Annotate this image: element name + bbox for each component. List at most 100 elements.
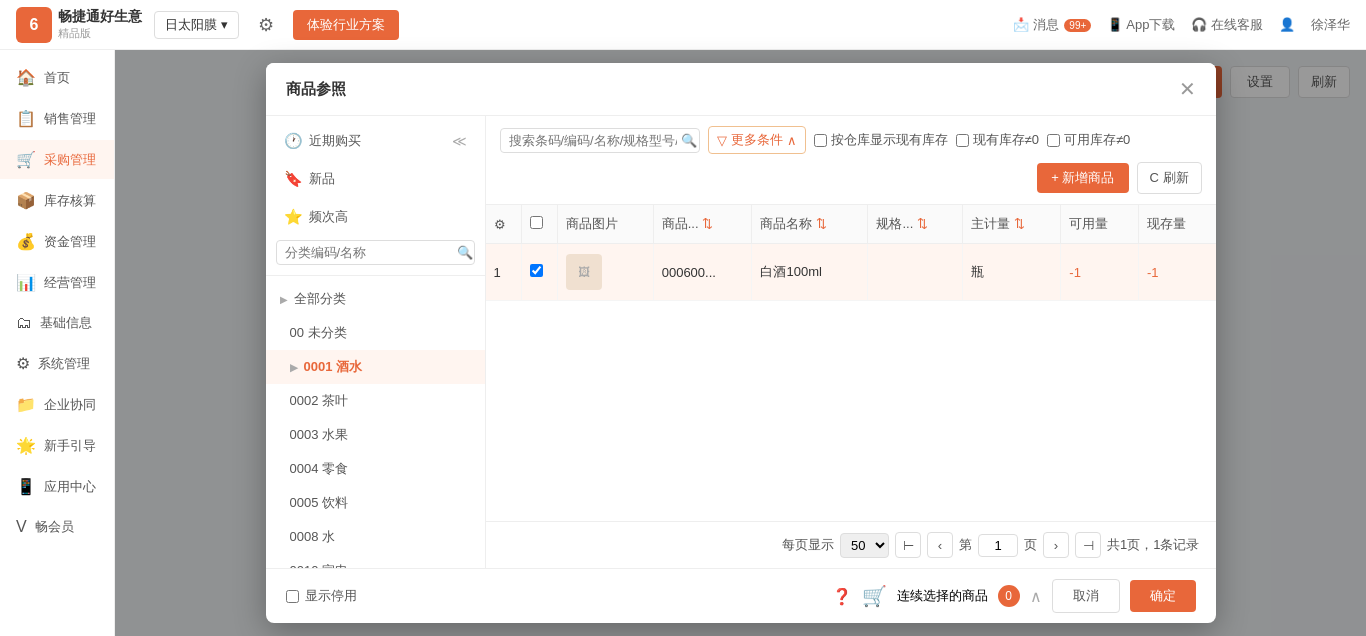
nav-selector[interactable]: 日太阳膜 ▾ — [154, 11, 239, 39]
col-name[interactable]: 商品名称 ⇅ — [752, 205, 868, 244]
quick-recent[interactable]: 🕐 近期购买 ≪ — [276, 126, 475, 156]
quick-new[interactable]: 🔖 新品 — [276, 164, 475, 194]
checkbox-warehouse-input[interactable] — [814, 134, 827, 147]
cancel-button[interactable]: 取消 — [1052, 579, 1120, 613]
logo-text: 畅捷通好生意 — [58, 8, 142, 26]
cart-icon[interactable]: 🛒 — [862, 584, 887, 608]
modal-body: 🕐 近期购买 ≪ 🔖 新品 ⭐ 频次高 — [266, 116, 1216, 568]
confirm-button[interactable]: 确定 — [1130, 580, 1196, 612]
sidebar-item-sales[interactable]: 📋 销售管理 — [0, 99, 114, 138]
cart-count-badge: 0 — [998, 585, 1020, 607]
cat-00[interactable]: 00 未分类 — [266, 316, 485, 350]
first-page-button[interactable]: ⊢ — [895, 532, 921, 558]
sidebar-item-system[interactable]: ⚙ 系统管理 — [0, 344, 114, 383]
finance-icon: 💰 — [16, 232, 36, 251]
sidebar-item-enterprise[interactable]: 📁 企业协同 — [0, 385, 114, 424]
product-search-wrap[interactable]: 🔍 — [500, 128, 700, 153]
product-search-input[interactable] — [509, 133, 677, 148]
show-disabled-checkbox[interactable] — [286, 590, 299, 603]
filter-icon: ▽ — [717, 133, 727, 148]
col-unit[interactable]: 主计量 ⇅ — [963, 205, 1061, 244]
guide-icon: 🌟 — [16, 436, 36, 455]
category-search[interactable]: 🔍 — [276, 240, 475, 265]
table-row[interactable]: 1 🖼 000600... 白酒100ml 瓶 -1 -1 — [486, 244, 1216, 301]
cat-arrow-0001: ▶ — [290, 362, 298, 373]
checkbox-current-stock[interactable]: 现有库存≠0 — [956, 131, 1039, 149]
modal-close-button[interactable]: ✕ — [1179, 77, 1196, 101]
sidebar-item-inventory[interactable]: 📦 库存核算 — [0, 181, 114, 220]
chevron-down-icon: ▾ — [221, 17, 228, 32]
col-settings[interactable]: ⚙ — [486, 205, 522, 244]
app-download-item[interactable]: 📱 App下载 — [1107, 16, 1175, 34]
help-icon[interactable]: ❓ — [832, 587, 852, 606]
col-code[interactable]: 商品... ⇅ — [653, 205, 752, 244]
modal-backdrop: 商品参照 ✕ 🕐 近期购买 ≪ — [115, 50, 1366, 636]
select-all-checkbox[interactable] — [530, 216, 543, 229]
sidebar-item-basic[interactable]: 🗂 基础信息 — [0, 304, 114, 342]
row-checkbox[interactable] — [530, 264, 543, 277]
cat-0002[interactable]: 0002 茶叶 — [266, 384, 485, 418]
sidebar-item-purchase[interactable]: 🛒 采购管理 — [0, 140, 114, 179]
cat-0010[interactable]: 0010 家电 — [266, 554, 485, 568]
sales-icon: 📋 — [16, 109, 36, 128]
content-area: 查询 设置 刷新 商品参照 ✕ — [115, 50, 1366, 636]
table-header-row: ⚙ 商品图片 商品... ⇅ 商品名称 ⇅ 规格... ⇅ 主计量 ⇅ 可用量 — [486, 205, 1216, 244]
modal-footer: 显示停用 ❓ 🛒 连续选择的商品 0 ∧ 取消 确定 — [266, 568, 1216, 623]
cat-0005[interactable]: 0005 饮料 — [266, 486, 485, 520]
checkbox-current-input[interactable] — [956, 134, 969, 147]
cell-image: 🖼 — [558, 244, 654, 301]
sidebar-item-home[interactable]: 🏠 首页 — [0, 58, 114, 97]
product-table: ⚙ 商品图片 商品... ⇅ 商品名称 ⇅ 规格... ⇅ 主计量 ⇅ 可用量 — [486, 205, 1216, 301]
modal-header: 商品参照 ✕ — [266, 63, 1216, 116]
operation-icon: 📊 — [16, 273, 36, 292]
online-service-item[interactable]: 🎧 在线客服 — [1191, 16, 1263, 34]
sidebar-item-finance[interactable]: 💰 资金管理 — [0, 222, 114, 261]
checkbox-warehouse-stock[interactable]: 按仓库显示现有库存 — [814, 131, 948, 149]
page-input[interactable] — [978, 534, 1018, 557]
cell-check[interactable] — [522, 244, 558, 301]
sidebar-item-member[interactable]: V 畅会员 — [0, 508, 114, 546]
main-layout: 🏠 首页 📋 销售管理 🛒 采购管理 📦 库存核算 💰 资金管理 📊 经营管理 … — [0, 50, 1366, 636]
category-search-icon[interactable]: 🔍 — [457, 245, 473, 260]
last-page-button[interactable]: ⊣ — [1075, 532, 1101, 558]
refresh-button[interactable]: C 刷新 — [1137, 162, 1202, 194]
category-search-input[interactable] — [285, 245, 453, 260]
footer-right: ❓ 🛒 连续选择的商品 0 ∧ 取消 确定 — [832, 579, 1196, 613]
product-thumb: 🖼 — [566, 254, 602, 290]
search-icon[interactable]: 🔍 — [681, 133, 697, 148]
logo-sub: 精品版 — [58, 26, 142, 41]
sidebar-item-operation[interactable]: 📊 经营管理 — [0, 263, 114, 302]
filter-button[interactable]: ▽ 更多条件 ∧ — [708, 126, 806, 154]
cat-0004[interactable]: 0004 零食 — [266, 452, 485, 486]
col-spec[interactable]: 规格... ⇅ — [868, 205, 963, 244]
cell-available: -1 — [1061, 244, 1139, 301]
sidebar-item-appcenter[interactable]: 📱 应用中心 — [0, 467, 114, 506]
collapse-btn[interactable]: ≪ — [452, 133, 467, 149]
message-item[interactable]: 📩 消息 99+ — [1013, 16, 1091, 34]
footer-chevron-up[interactable]: ∧ — [1030, 587, 1042, 606]
user-avatar[interactable]: 👤 — [1279, 17, 1295, 32]
add-product-button[interactable]: + 新增商品 — [1037, 163, 1128, 193]
show-disabled-label[interactable]: 显示停用 — [286, 587, 357, 605]
next-page-button[interactable]: › — [1043, 532, 1069, 558]
col-stock: 现存量 — [1138, 205, 1215, 244]
sidebar-item-guide[interactable]: 🌟 新手引导 — [0, 426, 114, 465]
per-page-select[interactable]: 50 — [840, 533, 889, 558]
cat-0008[interactable]: 0008 水 — [266, 520, 485, 554]
recent-icon: 🕐 — [284, 132, 303, 150]
quick-frequent[interactable]: ⭐ 频次高 — [276, 202, 475, 232]
gear-button[interactable]: ⚙ — [251, 10, 281, 40]
member-icon: V — [16, 518, 27, 536]
checkbox-available-stock[interactable]: 可用库存≠0 — [1047, 131, 1130, 149]
product-table-wrap: ⚙ 商品图片 商品... ⇅ 商品名称 ⇅ 规格... ⇅ 主计量 ⇅ 可用量 — [486, 205, 1216, 521]
modal-title: 商品参照 — [286, 80, 346, 99]
prev-page-button[interactable]: ‹ — [927, 532, 953, 558]
checkbox-available-input[interactable] — [1047, 134, 1060, 147]
col-check[interactable] — [522, 205, 558, 244]
cat-all[interactable]: ▶ 全部分类 — [266, 282, 485, 316]
cell-stock: -1 — [1138, 244, 1215, 301]
trial-button[interactable]: 体验行业方案 — [293, 10, 399, 40]
cat-0003[interactable]: 0003 水果 — [266, 418, 485, 452]
home-icon: 🏠 — [16, 68, 36, 87]
cat-0001[interactable]: ▶ 0001 酒水 — [266, 350, 485, 384]
